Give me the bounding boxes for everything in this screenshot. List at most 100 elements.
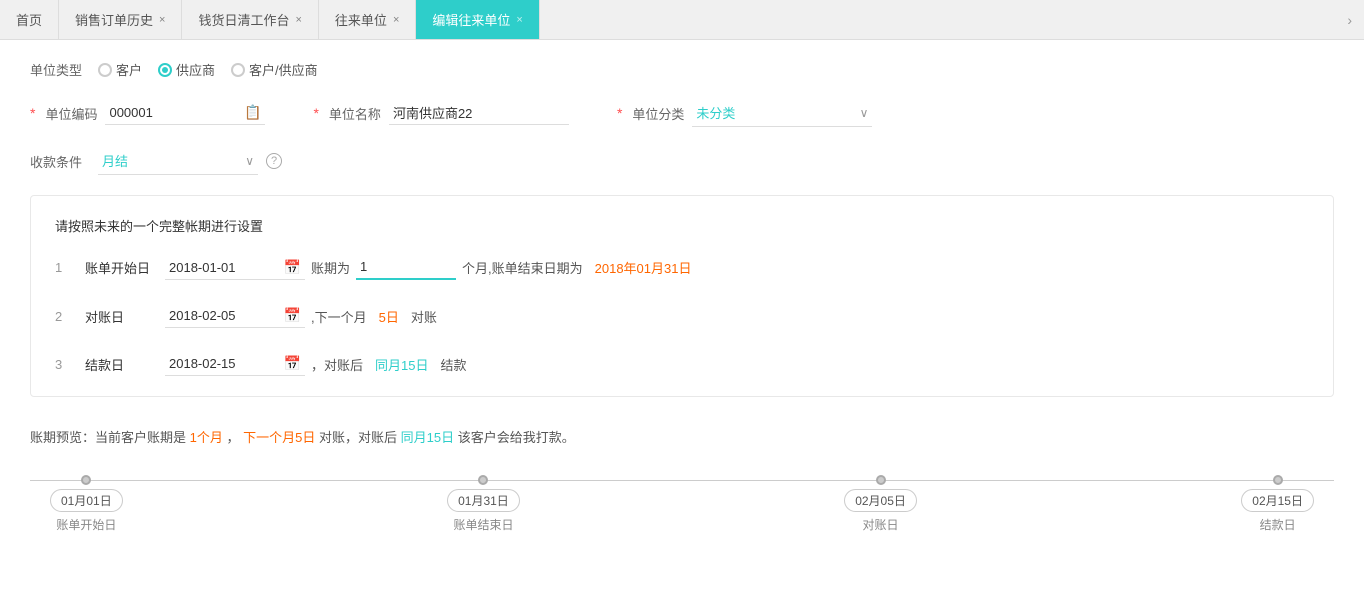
- preview-same: 同月15日: [401, 430, 454, 445]
- unit-type-label: 单位类型: [30, 60, 82, 79]
- tab-cash-work[interactable]: 钱货日清工作台 ×: [182, 0, 318, 39]
- timeline-connector-3: [917, 480, 1241, 481]
- radio-customer[interactable]: 客户: [98, 60, 142, 79]
- timeline-sub-label-4: 结款日: [1260, 516, 1296, 533]
- unit-code-group: * 单位编码 📋: [30, 101, 265, 125]
- row-2-text-before: ,下一个月: [311, 307, 367, 326]
- unit-category-label: 单位分类: [632, 104, 684, 123]
- timeline-dot-2: [478, 475, 488, 485]
- tab-sales-order-label: 销售订单历史: [75, 10, 153, 29]
- chevron-right-icon: ›: [1347, 12, 1352, 28]
- row-2-date-input[interactable]: [165, 304, 280, 327]
- preview-comma: ，: [227, 430, 240, 445]
- timeline-label-box-2: 01月31日: [447, 489, 520, 512]
- tab-edit-contact-close[interactable]: ×: [516, 14, 522, 26]
- timeline-sub-label-3: 对账日: [863, 516, 899, 533]
- row-1-num: 1: [55, 260, 85, 275]
- tab-home-label: 首页: [16, 10, 42, 29]
- unit-type-row: 单位类型 客户 供应商 客户/供应商: [30, 60, 1334, 79]
- radio-customer-circle: [98, 63, 112, 77]
- radio-both-label: 客户/供应商: [249, 60, 318, 79]
- payment-condition-label: 收款条件: [30, 152, 82, 171]
- timeline-label-box-3: 02月05日: [844, 489, 917, 512]
- tabs-expand-button[interactable]: ›: [1335, 0, 1364, 39]
- row-3-calendar-icon[interactable]: 📅: [280, 355, 305, 372]
- unit-category-arrow-icon: ∨: [860, 106, 869, 120]
- radio-supplier-circle: [158, 63, 172, 77]
- radio-supplier[interactable]: 供应商: [158, 60, 215, 79]
- unit-name-input[interactable]: [389, 101, 569, 125]
- payment-condition-help-icon[interactable]: ?: [266, 153, 282, 169]
- timeline-point-1: 01月01日 账单开始日: [50, 466, 123, 533]
- timeline-dot-1: [81, 475, 91, 485]
- tab-sales-order[interactable]: 销售订单历史 ×: [59, 0, 182, 39]
- row-1-calendar-icon[interactable]: 📅: [280, 259, 305, 276]
- settings-row-2: 2 对账日 📅 ,下一个月 5日 对账: [55, 304, 1309, 328]
- unit-category-group: * 单位分类 未分类 ∨: [617, 99, 872, 127]
- tab-sales-order-close[interactable]: ×: [159, 14, 165, 26]
- timeline-connector-2: [520, 480, 844, 481]
- row-1-period-input[interactable]: [356, 255, 456, 280]
- timeline-sub-label-2: 账单结束日: [453, 516, 513, 533]
- row-3-date-input-wrap: 📅: [165, 352, 305, 376]
- row-2-calendar-icon[interactable]: 📅: [280, 307, 305, 324]
- tab-contacts[interactable]: 往来单位 ×: [319, 0, 416, 39]
- unit-code-input[interactable]: [105, 101, 240, 124]
- radio-both[interactable]: 客户/供应商: [231, 60, 318, 79]
- row-1-date-input[interactable]: [165, 256, 280, 279]
- row-2-date-input-wrap: 📅: [165, 304, 305, 328]
- settings-row-1: 1 账单开始日 📅 账期为 个月,账单结束日期为 2018年01月31日: [55, 255, 1309, 280]
- timeline-dot-4: [1273, 475, 1283, 485]
- unit-category-value: 未分类: [696, 103, 859, 122]
- row-2-text-after: 对账: [411, 307, 437, 326]
- preview-reconcile: 对账，对账后: [319, 430, 397, 445]
- preview-text: 账期预览：当前客户账期是 1个月 ， 下一个月5日 对账，对账后 同月15日 该…: [30, 427, 1334, 446]
- timeline-label-box-4: 02月15日: [1241, 489, 1314, 512]
- radio-both-circle: [231, 63, 245, 77]
- unit-info-row: * 单位编码 📋 * 单位名称 * 单位分类 未分类 ∨: [30, 99, 1334, 127]
- row-1-label: 账单开始日: [85, 258, 165, 277]
- timeline-point-2: 01月31日 账单结束日: [447, 466, 520, 533]
- row-1-text-after: 个月,账单结束日期为: [462, 258, 583, 277]
- timeline-sub-label-1: 账单开始日: [56, 516, 116, 533]
- tab-cash-work-close[interactable]: ×: [295, 14, 301, 26]
- settings-panel: 请按照未来的一个完整帐期进行设置 1 账单开始日 📅 账期为 个月,账单结束日期…: [30, 195, 1334, 397]
- payment-condition-row: 收款条件 月结 ∨ ?: [30, 147, 1334, 175]
- payment-condition-value: 月结: [102, 151, 245, 170]
- row-2-num: 2: [55, 309, 85, 324]
- row-1-date-input-wrap: 📅: [165, 256, 305, 280]
- unit-category-required: *: [617, 105, 622, 121]
- panel-title: 请按照未来的一个完整帐期进行设置: [55, 216, 1309, 235]
- tabs-bar: 首页 销售订单历史 × 钱货日清工作台 × 往来单位 × 编辑往来单位 × ›: [0, 0, 1364, 40]
- unit-code-required: *: [30, 105, 35, 121]
- timeline-connector-1: [123, 480, 447, 481]
- row-3-date-input[interactable]: [165, 352, 280, 375]
- timeline-point-4: 02月15日 结款日: [1241, 466, 1314, 533]
- row-3-text-before: ，对账后: [311, 355, 363, 374]
- tab-cash-work-label: 钱货日清工作台: [198, 10, 289, 29]
- unit-name-required: *: [313, 105, 318, 121]
- timeline-point-3: 02月05日 对账日: [844, 466, 917, 533]
- row-1-text-before: 账期为: [311, 258, 350, 277]
- row-1-highlight: 2018年01月31日: [595, 258, 692, 277]
- row-3-highlight: 同月15日: [375, 355, 428, 374]
- unit-category-select[interactable]: 未分类 ∨: [692, 99, 872, 127]
- settings-row-3: 3 结款日 📅 ，对账后 同月15日 结款: [55, 352, 1309, 376]
- radio-customer-label: 客户: [116, 60, 142, 79]
- preview-end: 该客户会给我打款。: [458, 430, 575, 445]
- row-2-highlight: 5日: [379, 307, 399, 326]
- tab-home[interactable]: 首页: [0, 0, 59, 39]
- unit-code-icon[interactable]: 📋: [240, 104, 265, 121]
- tab-contacts-close[interactable]: ×: [393, 14, 399, 26]
- row-3-num: 3: [55, 357, 85, 372]
- unit-code-label: 单位编码: [45, 104, 97, 123]
- timeline-dot-3: [876, 475, 886, 485]
- timeline-container: 01月01日 账单开始日 01月31日 账单结束日 02月05日 对账日: [30, 466, 1334, 533]
- timeline-section: 账期预览：当前客户账期是 1个月 ， 下一个月5日 对账，对账后 同月15日 该…: [30, 417, 1334, 533]
- unit-name-group: * 单位名称: [313, 101, 568, 125]
- main-content: 单位类型 客户 供应商 客户/供应商 * 单位编码 📋: [0, 40, 1364, 608]
- tab-edit-contact-label: 编辑往来单位: [432, 10, 510, 29]
- payment-condition-select[interactable]: 月结 ∨: [98, 147, 258, 175]
- tab-edit-contact[interactable]: 编辑往来单位 ×: [416, 0, 539, 39]
- tab-contacts-label: 往来单位: [335, 10, 387, 29]
